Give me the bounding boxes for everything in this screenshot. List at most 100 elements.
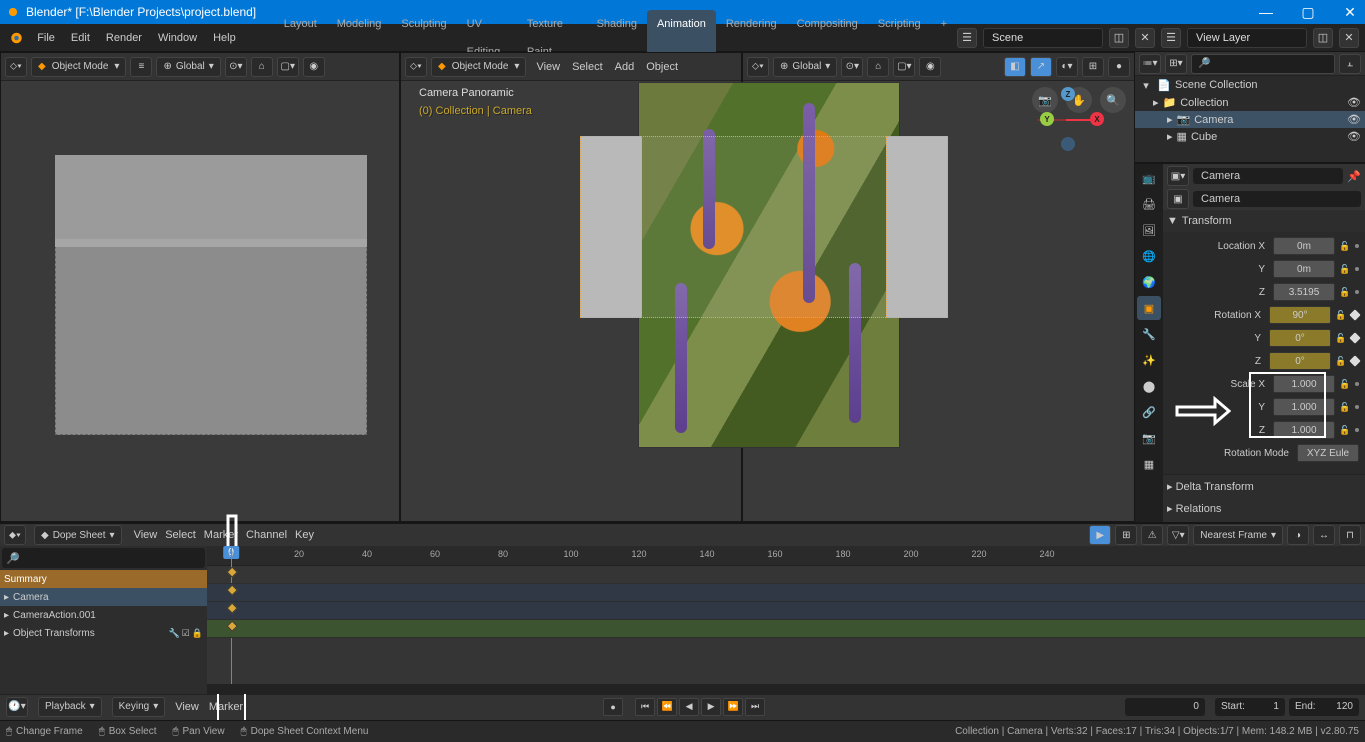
hdr-opt-1[interactable]: ≡ [130,57,152,77]
snap-dd-icon[interactable]: ▢▾ [893,57,915,77]
keyframe-dot[interactable] [1355,290,1359,294]
dope-track-transforms[interactable] [207,620,1365,638]
overlay-btn[interactable]: ◐▾ [1056,57,1078,77]
tl-view-menu[interactable]: View [175,701,199,713]
keyframe-dot[interactable] [1355,382,1359,386]
vp-menu-view[interactable]: View [530,61,566,73]
axis-x-icon[interactable]: X [1090,112,1104,126]
playback-menu[interactable]: Playback ▾ [38,697,102,717]
prop-edit-icon[interactable]: ◉ [919,57,941,77]
disclosure-icon[interactable]: ▸ [1167,113,1173,126]
location-y-field[interactable]: 0m [1273,260,1335,278]
lock-icon[interactable]: 🔓 [1339,402,1351,413]
pivot-icon[interactable]: ⊙▾ [841,57,863,77]
vp-menu-select[interactable]: Select [566,61,609,73]
vp-menu-object[interactable]: Object [640,61,684,73]
ptab-data-icon[interactable]: 📷 [1137,426,1161,450]
keyframe-dot-active[interactable] [1349,332,1360,343]
dope-scrollbar[interactable] [207,684,1365,694]
keyframe-dot[interactable] [1355,267,1359,271]
ptab-particle-icon[interactable]: ✨ [1137,348,1161,372]
jump-start-button[interactable]: ⏮ [635,698,655,716]
lock-icon[interactable]: 🔓 [1335,333,1347,344]
menu-render[interactable]: Render [98,32,150,44]
orientation-dropdown[interactable]: ⊕ Global ▾ [773,57,837,77]
snap-icon[interactable]: ⌂ [867,57,889,77]
outliner-item-collection[interactable]: ▸ 📁 Collection👁 [1135,94,1365,111]
rotation-x-field[interactable]: 90° [1269,306,1331,324]
dope-row-summary[interactable]: Summary [0,570,207,588]
lock-icon[interactable]: 🔓 [1339,287,1351,298]
dope-menu-view[interactable]: View [130,529,162,541]
viewlayer-new-icon[interactable]: ◫ [1313,28,1333,48]
rotation-z-field[interactable]: 0° [1269,352,1331,370]
ptab-constraint-icon[interactable]: 🔗 [1137,400,1161,424]
keyframe-dot-active[interactable] [1349,355,1360,366]
jump-prev-kf-button[interactable]: ⏪ [657,698,677,716]
outliner-filter-icon[interactable]: ⫠ [1339,54,1361,74]
snap-mode-dropdown[interactable]: Nearest Frame ▾ [1193,525,1283,545]
outliner-scene-collection[interactable]: ▾ 📄 Scene Collection [1135,76,1365,94]
dope-search[interactable]: 🔎 [2,548,205,568]
disclosure-icon[interactable]: ▸ [1153,96,1159,109]
tl-marker-menu[interactable]: Marker [209,701,243,713]
zoom-gizmo-icon[interactable]: 🔍 [1100,87,1126,113]
menu-help[interactable]: Help [205,32,244,44]
autokey-button[interactable]: ● [603,698,623,716]
dope-ruler[interactable]: 0 020406080100120140160180200220240 [207,546,1365,566]
outliner-item-cube[interactable]: ▸ ▦ Cube👁 [1135,128,1365,145]
dope-mode-dropdown[interactable]: ◆ Dope Sheet ▾ [34,525,122,545]
lock-icon[interactable]: 🔓 [1339,379,1351,390]
dope-icon-5[interactable]: ↔ [1313,525,1335,545]
scene-field[interactable]: Scene [983,28,1103,48]
dope-editor-type-icon[interactable]: ⬥▾ [4,525,26,545]
axis-y-icon[interactable]: Y [1040,112,1054,126]
end-frame-field[interactable]: End:120 [1289,698,1359,716]
maximize-button[interactable]: ▢ [1299,4,1317,21]
dope-icon-6[interactable]: ⊓ [1339,525,1361,545]
scale-x-field[interactable]: 1.000 [1273,375,1335,393]
scale-z-field[interactable]: 1.000 [1273,421,1335,439]
dope-row-object-transforms[interactable]: ▸ Object Transforms🔧☑🔒 [0,624,207,642]
dope-menu-channel[interactable]: Channel [242,529,291,541]
outliner-search[interactable]: 🔎 [1191,54,1335,74]
scene-new-icon[interactable]: ◫ [1109,28,1129,48]
menu-window[interactable]: Window [150,32,205,44]
viewlayer-field[interactable]: View Layer [1187,28,1307,48]
object-field[interactable]: Camera [1193,191,1361,207]
keyframe-dot[interactable] [1355,244,1359,248]
minimize-button[interactable]: — [1257,4,1275,21]
transform-section-header[interactable]: ▼ Transform [1163,210,1365,232]
keyframe-dot-active[interactable] [1349,309,1360,320]
shading-wire-icon[interactable]: ⊞ [1082,57,1104,77]
play-button[interactable]: ▶ [701,698,721,716]
dope-tracks[interactable]: 0 020406080100120140160180200220240 [207,546,1365,694]
dope-track-summary[interactable] [207,566,1365,584]
viewport-left[interactable]: ⬦▾ ◆Object Mode▾ ≡ ⊕ Global ▾ ⊙▾ ⌂ ▢▾ ◉ [0,52,400,522]
gizmo-btn-2[interactable]: ↗ [1030,57,1052,77]
ptab-world-icon[interactable]: 🌍 [1137,270,1161,294]
outliner-disp-icon[interactable]: ⊞▾ [1165,54,1187,74]
lock-icon[interactable]: 🔓 [1335,356,1347,367]
prop-edit-icon[interactable]: ◉ [303,57,325,77]
close-button[interactable]: ✕ [1341,4,1359,21]
ptab-modifier-icon[interactable]: 🔧 [1137,322,1161,346]
timeline-editor-type-icon[interactable]: 🕐▾ [6,697,28,717]
jump-next-kf-button[interactable]: ⏩ [723,698,743,716]
section-collections[interactable]: ▸ Collections [1163,519,1365,522]
ptab-output-icon[interactable]: 🖨 [1137,192,1161,216]
wrench-icon[interactable]: 🔧 [168,628,179,639]
dope-row-cameraaction-001[interactable]: ▸ CameraAction.001 [0,606,207,624]
location-x-field[interactable]: 0m [1273,237,1335,255]
visibility-icon[interactable]: 👁 [1347,96,1361,109]
pin-icon[interactable]: 📌 [1347,170,1361,183]
start-frame-field[interactable]: Start:1 [1215,698,1285,716]
dope-menu-select[interactable]: Select [161,529,200,541]
viewlayer-browse-icon[interactable]: ☰ [1161,28,1181,48]
dope-icon-3[interactable]: ⚠ [1141,525,1163,545]
editor-type-icon[interactable]: ⬦▾ [405,57,427,77]
scale-y-field[interactable]: 1.000 [1273,398,1335,416]
dope-menu-key[interactable]: Key [291,529,318,541]
axis-neg-z-icon[interactable] [1061,137,1075,151]
keyframe-dot[interactable] [1355,428,1359,432]
